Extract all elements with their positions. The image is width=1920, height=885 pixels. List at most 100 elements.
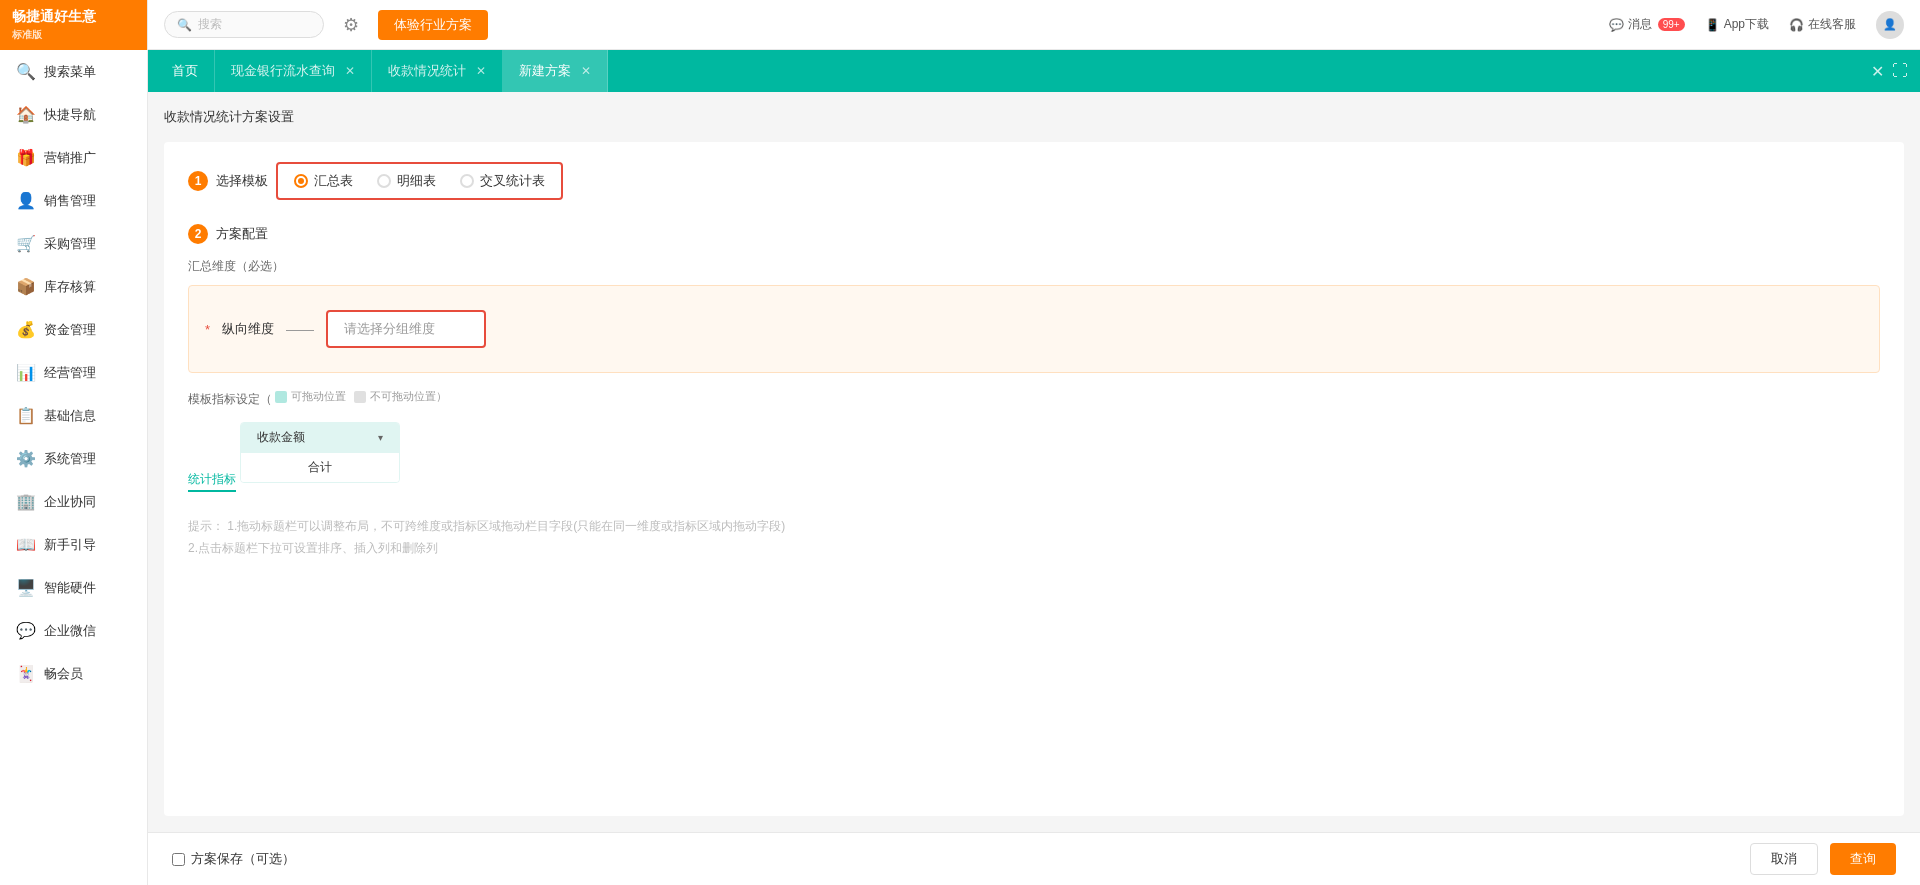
radio-detail-dot xyxy=(377,174,391,188)
bank-flow-tab-label: 现金银行流水查询 xyxy=(231,62,335,80)
new-plan-tab-label: 新建方案 xyxy=(519,62,571,80)
draggable-label: 可拖动位置 xyxy=(291,389,346,404)
main-area: 🔍 搜索 ⚙ 体验行业方案 💬 消息 99+ 📱 App下载 🎧 在线客服 👤 xyxy=(148,0,1920,885)
user-avatar[interactable]: 👤 xyxy=(1876,11,1904,39)
sidebar-item-weichat[interactable]: 💬 企业微信 xyxy=(0,609,147,652)
service-icon: 🎧 xyxy=(1789,18,1804,32)
guide-icon: 📖 xyxy=(16,535,36,554)
non-draggable-label: 不可拖动位置） xyxy=(370,389,447,404)
step1-badge: 1 xyxy=(188,171,208,191)
sidebar-item-capital[interactable]: 💰 资金管理 xyxy=(0,308,147,351)
sidebar-item-marketing[interactable]: 🎁 营销推广 xyxy=(0,136,147,179)
dimension-select[interactable]: 请选择分组维度 xyxy=(326,310,486,348)
app-download-button[interactable]: 📱 App下载 xyxy=(1705,16,1769,33)
notification-button[interactable]: 💬 消息 99+ xyxy=(1609,16,1685,33)
radio-detail[interactable]: 明细表 xyxy=(377,172,436,190)
vertical-dimension-label: 纵向维度 xyxy=(222,320,274,338)
tab-expand[interactable]: ⛶ xyxy=(1892,62,1908,80)
metric-config-label: 模板指标设定（ 可拖动位置 不可拖动位置） xyxy=(188,389,1880,412)
sidebar-item-label: 搜索菜单 xyxy=(44,63,96,81)
save-plan-checkbox[interactable]: 方案保存（可选） xyxy=(172,850,295,868)
gift-icon: 🎁 xyxy=(16,148,36,167)
weichat-icon: 💬 xyxy=(16,621,36,640)
industry-button[interactable]: 体验行业方案 xyxy=(378,10,488,40)
draggable-indicator: 可拖动位置 xyxy=(275,389,346,404)
inventory-icon: 📦 xyxy=(16,277,36,296)
notification-label: 消息 xyxy=(1628,16,1652,33)
member-icon: 🃏 xyxy=(16,664,36,683)
hint-line-2: 2.点击标题栏下拉可设置排序、插入列和删除列 xyxy=(188,538,1880,560)
sidebar-item-basic-info[interactable]: 📋 基础信息 xyxy=(0,394,147,437)
stats-label: 统计指标 xyxy=(188,471,236,492)
bottom-actions: 取消 查询 xyxy=(1750,843,1896,875)
topbar: 🔍 搜索 ⚙ 体验行业方案 💬 消息 99+ 📱 App下载 🎧 在线客服 👤 xyxy=(148,0,1920,50)
settings-icon[interactable]: ⚙ xyxy=(336,10,366,40)
cancel-button[interactable]: 取消 xyxy=(1750,843,1818,875)
radio-cross-dot xyxy=(460,174,474,188)
tab-bank-flow[interactable]: 现金银行流水查询 ✕ xyxy=(215,50,372,92)
step2-header: 2 方案配置 xyxy=(188,224,1880,244)
sidebar-item-purchase[interactable]: 🛒 采购管理 xyxy=(0,222,147,265)
hint-section: 提示： 1.拖动标题栏可以调整布局，不可跨维度或指标区域拖动栏目字段(只能在同一… xyxy=(188,516,1880,559)
online-service-button[interactable]: 🎧 在线客服 xyxy=(1789,16,1856,33)
sidebar-item-operations[interactable]: 📊 经营管理 xyxy=(0,351,147,394)
notification-count: 99+ xyxy=(1658,18,1685,31)
radio-cross[interactable]: 交叉统计表 xyxy=(460,172,545,190)
sidebar-item-enterprise[interactable]: 🏢 企业协同 xyxy=(0,480,147,523)
stats-section: 统计指标 收款金额 ▾ 合计 xyxy=(188,422,1880,500)
step2-section: 2 方案配置 汇总维度（必选） * 纵向维度 —— 请选择分组维度 模板指标设定… xyxy=(188,224,1880,559)
non-draggable-indicator: 不可拖动位置） xyxy=(354,389,447,404)
collection-stats-tab-label: 收款情况统计 xyxy=(388,62,466,80)
save-plan-label: 方案保存（可选） xyxy=(191,850,295,868)
sidebar-item-label: 系统管理 xyxy=(44,450,96,468)
home-icon: 🏠 xyxy=(16,105,36,124)
draggable-color-indicator xyxy=(275,391,287,403)
sidebar-logo: 畅捷通好生意 标准版 xyxy=(0,0,147,50)
sidebar-item-sales[interactable]: 👤 销售管理 xyxy=(0,179,147,222)
dimension-area: * 纵向维度 —— 请选择分组维度 xyxy=(188,285,1880,373)
sidebar-item-label: 快捷导航 xyxy=(44,106,96,124)
home-tab-label: 首页 xyxy=(172,62,198,80)
sidebar-item-quick-nav[interactable]: 🏠 快捷导航 xyxy=(0,93,147,136)
download-icon: 📱 xyxy=(1705,18,1720,32)
sales-icon: 👤 xyxy=(16,191,36,210)
tab-close-all[interactable]: ✕ xyxy=(1871,62,1884,81)
sidebar-item-label: 采购管理 xyxy=(44,235,96,253)
new-plan-tab-close[interactable]: ✕ xyxy=(581,64,591,78)
tab-new-plan[interactable]: 新建方案 ✕ xyxy=(503,50,608,92)
stats-table: 收款金额 ▾ 合计 xyxy=(240,422,400,483)
online-service-label: 在线客服 xyxy=(1808,16,1856,33)
basic-info-icon: 📋 xyxy=(16,406,36,425)
save-plan-check[interactable] xyxy=(172,853,185,866)
tab-home[interactable]: 首页 xyxy=(156,50,215,92)
sidebar-item-label: 营销推广 xyxy=(44,149,96,167)
sidebar-item-hardware[interactable]: 🖥️ 智能硬件 xyxy=(0,566,147,609)
query-button[interactable]: 查询 xyxy=(1830,843,1896,875)
stats-table-header-label: 收款金额 xyxy=(257,429,305,446)
sidebar-item-search-menu[interactable]: 🔍 搜索菜单 xyxy=(0,50,147,93)
sidebar-item-label: 基础信息 xyxy=(44,407,96,425)
radio-cross-label: 交叉统计表 xyxy=(480,172,545,190)
enterprise-icon: 🏢 xyxy=(16,492,36,511)
step1-section: 1 选择模板 汇总表 明细表 xyxy=(188,162,1880,200)
stats-table-header[interactable]: 收款金额 ▾ xyxy=(241,423,399,452)
non-draggable-color-indicator xyxy=(354,391,366,403)
sidebar-item-system[interactable]: ⚙️ 系统管理 xyxy=(0,437,147,480)
tab-collection-stats[interactable]: 收款情况统计 ✕ xyxy=(372,50,503,92)
sidebar-item-label: 智能硬件 xyxy=(44,579,96,597)
sidebar-item-label: 库存核算 xyxy=(44,278,96,296)
metric-tags: 可拖动位置 不可拖动位置） xyxy=(275,389,447,404)
dimension-section-label: 汇总维度（必选） xyxy=(188,258,1880,275)
radio-summary[interactable]: 汇总表 xyxy=(294,172,353,190)
sidebar-item-member[interactable]: 🃏 畅会员 xyxy=(0,652,147,695)
bank-flow-tab-close[interactable]: ✕ xyxy=(345,64,355,78)
radio-summary-label: 汇总表 xyxy=(314,172,353,190)
system-icon: ⚙️ xyxy=(16,449,36,468)
sidebar-item-label: 畅会员 xyxy=(44,665,83,683)
topbar-search-box[interactable]: 🔍 搜索 xyxy=(164,11,324,38)
collection-stats-tab-close[interactable]: ✕ xyxy=(476,64,486,78)
sidebar-item-label: 销售管理 xyxy=(44,192,96,210)
sidebar-item-inventory[interactable]: 📦 库存核算 xyxy=(0,265,147,308)
search-placeholder: 搜索 xyxy=(198,16,222,33)
sidebar-item-guide[interactable]: 📖 新手引导 xyxy=(0,523,147,566)
